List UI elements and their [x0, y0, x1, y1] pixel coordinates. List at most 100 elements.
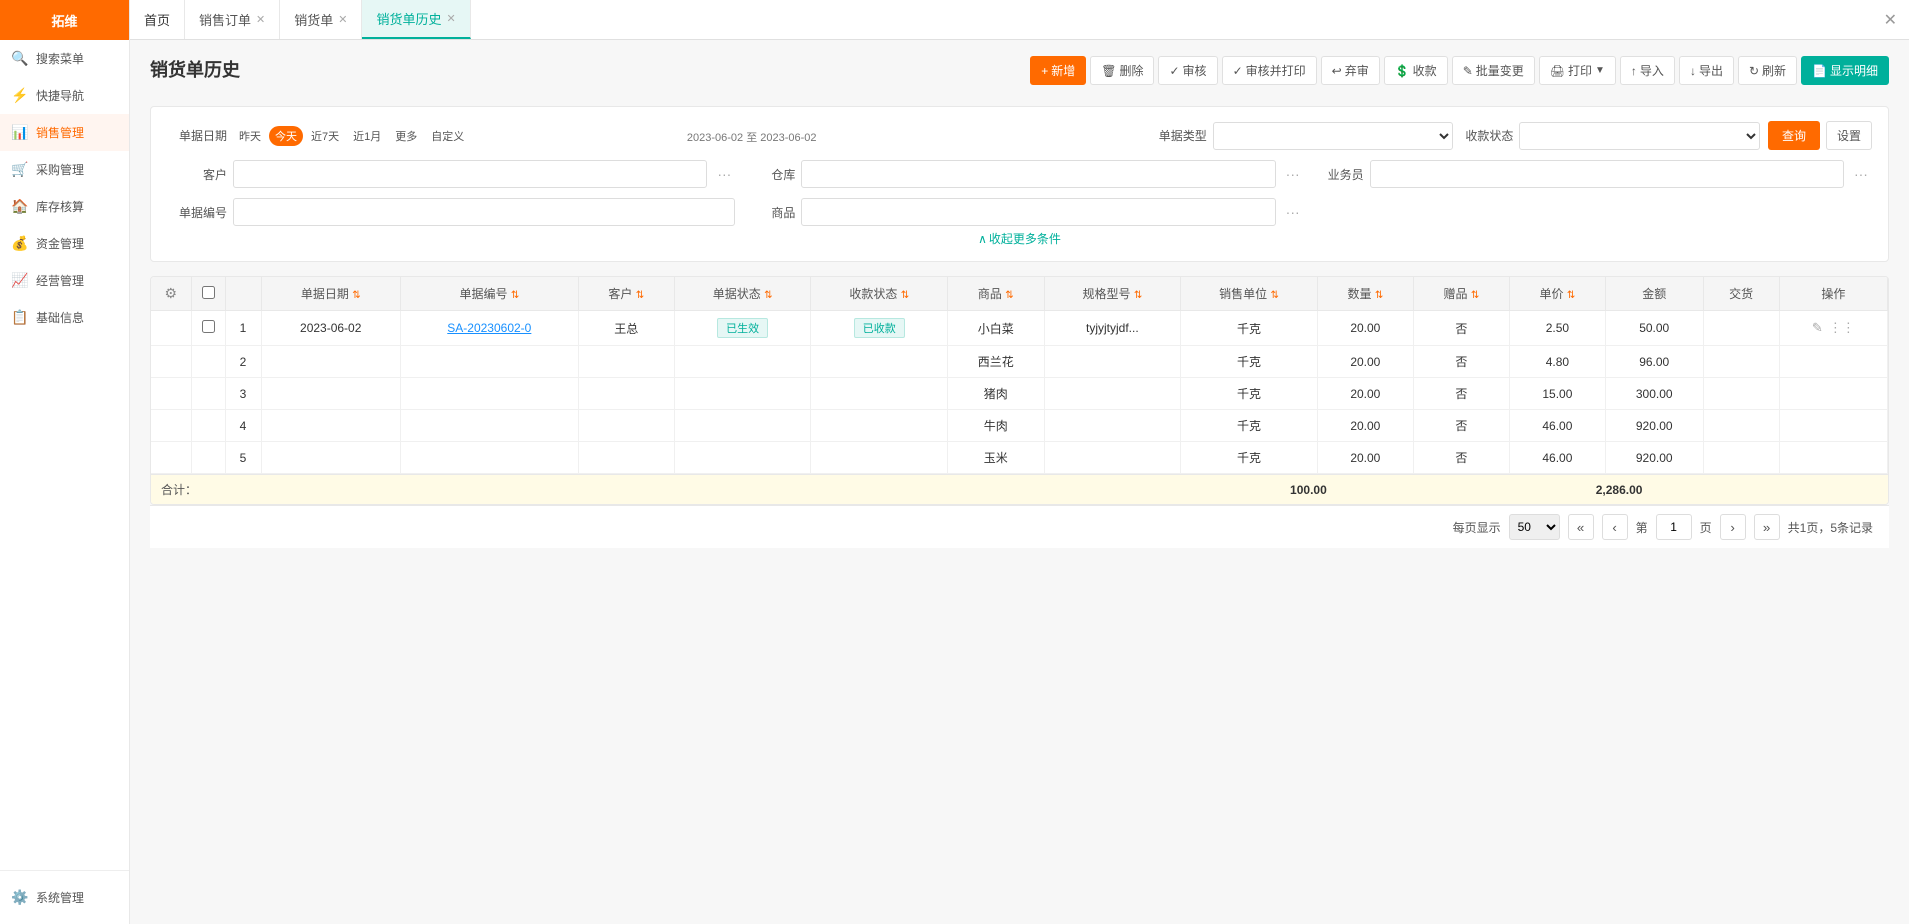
- sort-doc-date-icon[interactable]: ⇅: [352, 290, 360, 301]
- date-tab-today[interactable]: 今天: [269, 126, 303, 146]
- sort-customer-icon[interactable]: ⇅: [636, 290, 644, 301]
- sidebar-item-operation[interactable]: 📈 经营管理: [0, 262, 129, 299]
- tab-home[interactable]: 首页: [130, 0, 185, 39]
- sort-unit-icon[interactable]: ⇅: [1270, 290, 1278, 301]
- row-checkbox[interactable]: [202, 320, 215, 333]
- page-size-select[interactable]: 50 10 20 100: [1509, 514, 1560, 540]
- th-spec[interactable]: 规格型号 ⇅: [1044, 277, 1181, 311]
- sidebar-item-base-info[interactable]: 📋 基础信息: [0, 299, 129, 336]
- tab-sales-history[interactable]: 销货单历史 ✕: [362, 0, 470, 39]
- customer-input[interactable]: [233, 160, 707, 188]
- last-page-button[interactable]: »: [1754, 514, 1780, 540]
- new-button[interactable]: + 新增: [1030, 56, 1086, 85]
- date-tab-yesterday[interactable]: 昨天: [233, 126, 267, 146]
- abandon-button[interactable]: ↩ 弃审: [1321, 56, 1380, 85]
- batch-change-button[interactable]: ✎ 批量变更: [1452, 56, 1535, 85]
- sidebar-item-quick-nav[interactable]: ⚡ 快捷导航: [0, 77, 129, 114]
- th-gift[interactable]: 赠品 ⇅: [1413, 277, 1509, 311]
- td-check[interactable]: [191, 311, 225, 346]
- customer-dots[interactable]: ···: [713, 166, 735, 182]
- doc-type-select[interactable]: [1213, 122, 1454, 150]
- td-action: ✎ ⋮⋮: [1779, 311, 1887, 346]
- td-check[interactable]: [191, 378, 225, 410]
- table-settings-icon[interactable]: ⚙: [164, 285, 177, 301]
- td-doc-no[interactable]: [400, 442, 578, 474]
- warehouse-input[interactable]: [801, 160, 1275, 188]
- first-page-button[interactable]: «: [1568, 514, 1594, 540]
- th-payment-status[interactable]: 收款状态 ⇅: [811, 277, 948, 311]
- sidebar-item-purchase-mgmt[interactable]: 🛒 采购管理: [0, 151, 129, 188]
- tab-sales-order[interactable]: 销售订单 ✕: [185, 0, 280, 39]
- th-qty[interactable]: 数量 ⇅: [1317, 277, 1413, 311]
- doc-no-input[interactable]: [233, 198, 735, 226]
- th-doc-date[interactable]: 单据日期 ⇅: [261, 277, 400, 311]
- goods-dots[interactable]: ···: [1282, 204, 1304, 220]
- th-doc-status[interactable]: 单据状态 ⇅: [674, 277, 811, 311]
- td-unit: 千克: [1181, 442, 1318, 474]
- export-button[interactable]: ↓ 导出: [1679, 56, 1734, 85]
- collect-button[interactable]: 💲 收款: [1384, 56, 1448, 85]
- settings-button[interactable]: 设置: [1826, 121, 1872, 150]
- next-page-button[interactable]: ›: [1720, 514, 1746, 540]
- tab-sales-history-close[interactable]: ✕: [447, 12, 456, 25]
- edit-icon[interactable]: ✎: [1812, 320, 1823, 336]
- window-close-button[interactable]: ✕: [1872, 10, 1909, 30]
- date-tab-1month[interactable]: 近1月: [347, 126, 387, 146]
- th-unit[interactable]: 销售单位 ⇅: [1181, 277, 1318, 311]
- delete-button[interactable]: 🗑 删除: [1090, 56, 1154, 85]
- td-check[interactable]: [191, 410, 225, 442]
- quick-nav-icon: ⚡: [12, 88, 28, 104]
- tab-sales-goods-close[interactable]: ✕: [338, 13, 347, 26]
- refresh-button[interactable]: ↻ 刷新: [1738, 56, 1797, 85]
- sidebar-item-sales-mgmt[interactable]: 📊 销售管理: [0, 114, 129, 151]
- td-doc-no[interactable]: [400, 378, 578, 410]
- audit-button[interactable]: ✓ 审核: [1158, 56, 1217, 85]
- td-payment-status: [811, 378, 948, 410]
- payment-status-select[interactable]: [1519, 122, 1760, 150]
- sort-doc-status-icon[interactable]: ⇅: [764, 290, 772, 301]
- date-tab-custom[interactable]: 自定义: [425, 126, 470, 146]
- td-trade: [1703, 410, 1779, 442]
- more-icon[interactable]: ⋮⋮: [1829, 320, 1855, 336]
- tab-sales-goods[interactable]: 销货单 ✕: [280, 0, 362, 39]
- select-all-checkbox[interactable]: [202, 286, 215, 299]
- sort-goods-icon[interactable]: ⇅: [1005, 290, 1013, 301]
- date-tab-more[interactable]: 更多: [389, 126, 423, 146]
- th-settings[interactable]: ⚙: [151, 277, 191, 311]
- sidebar-item-finance[interactable]: 💰 资金管理: [0, 225, 129, 262]
- th-doc-no[interactable]: 单据编号 ⇅: [400, 277, 578, 311]
- sort-payment-status-icon[interactable]: ⇅: [901, 290, 909, 301]
- th-price[interactable]: 单价 ⇅: [1509, 277, 1605, 311]
- print-button[interactable]: 🖨 打印 ▼: [1539, 56, 1616, 85]
- sidebar-item-sys-mgmt[interactable]: ⚙️ 系统管理: [0, 879, 129, 916]
- th-check[interactable]: [191, 277, 225, 311]
- salesperson-dots[interactable]: ···: [1850, 166, 1872, 182]
- audit-print-button[interactable]: ✓ 审核并打印: [1222, 56, 1317, 85]
- tab-sales-order-close[interactable]: ✕: [256, 13, 265, 26]
- sort-gift-icon[interactable]: ⇅: [1471, 290, 1479, 301]
- date-tab-7days[interactable]: 近7天: [305, 126, 345, 146]
- sort-qty-icon[interactable]: ⇅: [1375, 290, 1383, 301]
- th-customer[interactable]: 客户 ⇅: [578, 277, 674, 311]
- prev-page-button[interactable]: ‹: [1602, 514, 1628, 540]
- import-button[interactable]: ↑ 导入: [1620, 56, 1675, 85]
- goods-input[interactable]: [801, 198, 1275, 226]
- salesperson-input[interactable]: [1370, 160, 1844, 188]
- td-check[interactable]: [191, 442, 225, 474]
- td-doc-no[interactable]: [400, 410, 578, 442]
- sidebar-item-inventory[interactable]: 🏠 库存核算: [0, 188, 129, 225]
- sidebar-item-search-menu[interactable]: 🔍 搜索菜单: [0, 40, 129, 77]
- page-number-input[interactable]: [1656, 514, 1692, 540]
- query-button[interactable]: 查询: [1768, 121, 1820, 150]
- sort-doc-no-icon[interactable]: ⇅: [511, 290, 519, 301]
- show-detail-button[interactable]: 📄 显示明细: [1801, 56, 1889, 85]
- sort-price-icon[interactable]: ⇅: [1567, 290, 1575, 301]
- th-goods[interactable]: 商品 ⇅: [948, 277, 1044, 311]
- td-doc-no[interactable]: SA-20230602-0: [400, 311, 578, 346]
- doc-no-link[interactable]: SA-20230602-0: [447, 321, 531, 335]
- td-doc-no[interactable]: [400, 346, 578, 378]
- warehouse-dots[interactable]: ···: [1282, 166, 1304, 182]
- collapse-button[interactable]: ∧ 收起更多条件: [978, 230, 1061, 247]
- sort-spec-icon[interactable]: ⇅: [1134, 290, 1142, 301]
- td-check[interactable]: [191, 346, 225, 378]
